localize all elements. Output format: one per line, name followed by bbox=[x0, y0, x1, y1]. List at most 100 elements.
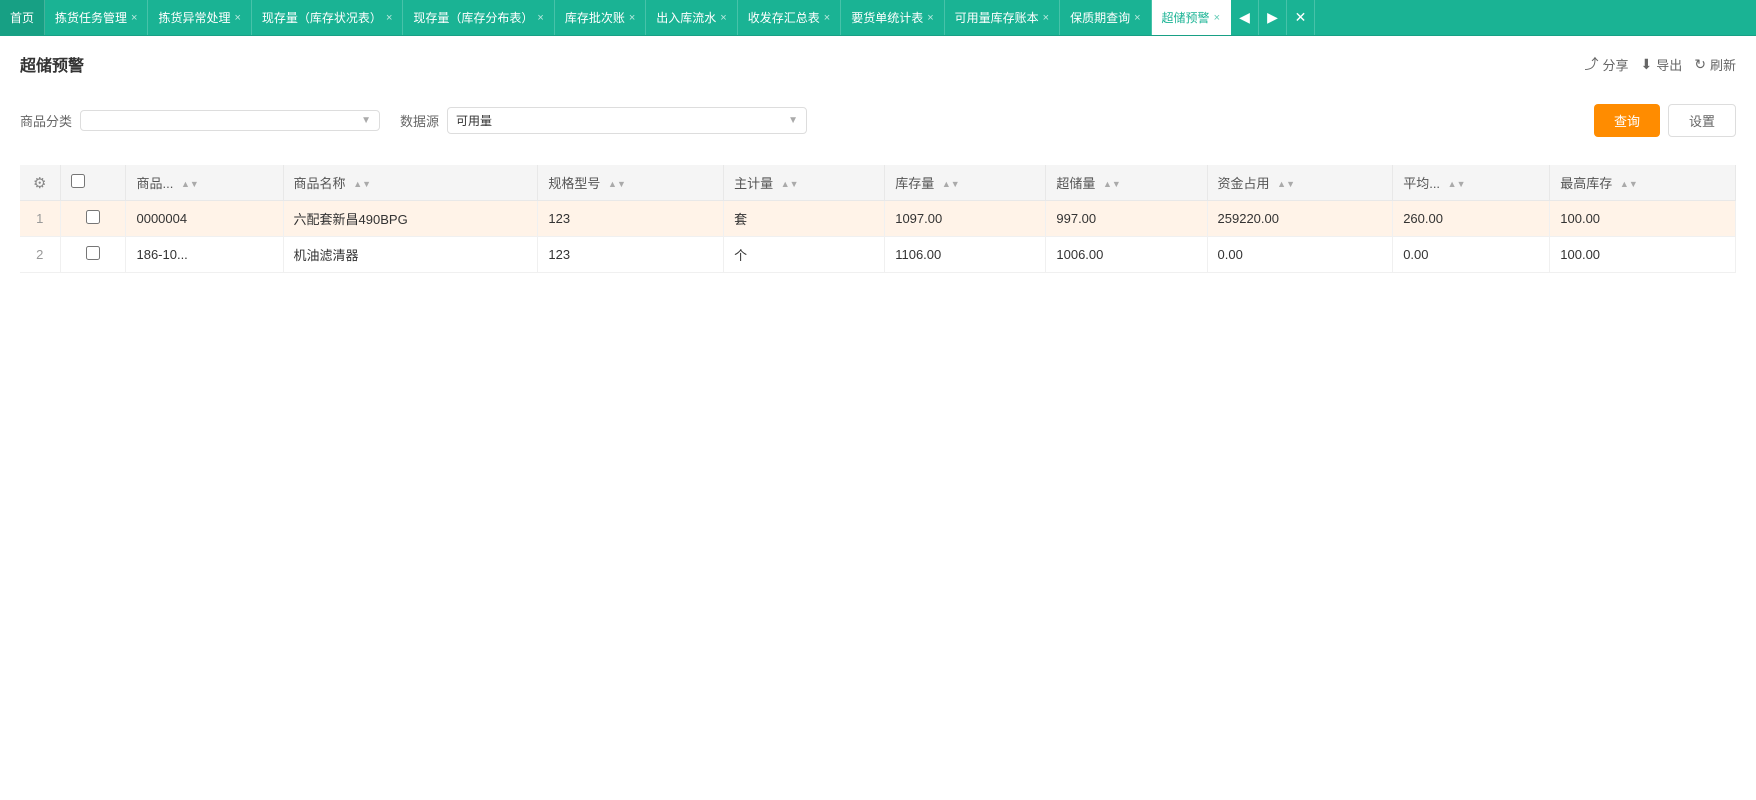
refresh-label: 刷新 bbox=[1710, 55, 1736, 74]
filter-bar: 商品分类 ▼ 数据源 可用量 ▼ 查询 设置 bbox=[20, 92, 1736, 149]
gear-icon[interactable]: ⚙ bbox=[33, 175, 46, 192]
col-overstock: 超储量 ▲▼ bbox=[1046, 165, 1207, 201]
row-max-stock: 100.00 bbox=[1550, 237, 1736, 273]
share-button[interactable]: ⤴ 分享 bbox=[1584, 54, 1628, 74]
nav-tab-6[interactable]: 出入库流水 × bbox=[646, 0, 737, 35]
row-product-name: 机油滤清器 bbox=[283, 237, 538, 273]
col-avg: 平均... ▲▼ bbox=[1393, 165, 1550, 201]
nav-tab-5-close[interactable]: × bbox=[629, 12, 635, 24]
select-all-checkbox[interactable] bbox=[71, 174, 85, 188]
col-overstock-label: 超储量 bbox=[1056, 176, 1095, 191]
table-header-row: ⚙ 商品... ▲▼ 商品名称 ▲▼ 规格型号 ▲▼ 主计 bbox=[20, 165, 1736, 201]
datasource-label: 数据源 bbox=[400, 111, 439, 130]
row-spec: 123 bbox=[538, 237, 724, 273]
nav-tab-7[interactable]: 收发存汇总表 × bbox=[738, 0, 841, 35]
nav-tab-8-close[interactable]: × bbox=[927, 12, 933, 24]
nav-tab-9-close[interactable]: × bbox=[1043, 12, 1049, 24]
category-chevron-icon: ▼ bbox=[361, 115, 371, 126]
nav-tab-9-label: 可用量库存账本 bbox=[955, 9, 1039, 26]
row-checkbox-cell bbox=[60, 237, 126, 273]
nav-tab-4-close[interactable]: × bbox=[537, 12, 543, 24]
row-max-stock: 100.00 bbox=[1550, 201, 1736, 237]
nav-tab-1[interactable]: 拣货任务管理 × bbox=[45, 0, 148, 35]
col-product-name-label: 商品名称 bbox=[294, 176, 346, 191]
nav-tab-2-label: 拣货异常处理 bbox=[158, 9, 230, 26]
col-checkbox bbox=[60, 165, 126, 201]
row-overstock: 1006.00 bbox=[1046, 237, 1207, 273]
sort-overstock[interactable]: ▲▼ bbox=[1103, 180, 1121, 189]
nav-tab-2-close[interactable]: × bbox=[234, 12, 240, 24]
nav-tab-11-close[interactable]: × bbox=[1214, 12, 1220, 24]
row-index: 1 bbox=[20, 201, 60, 237]
category-label: 商品分类 bbox=[20, 111, 72, 130]
refresh-button[interactable]: ↻ 刷新 bbox=[1694, 55, 1736, 74]
sort-max-stock[interactable]: ▲▼ bbox=[1620, 180, 1638, 189]
col-product-name: 商品名称 ▲▼ bbox=[283, 165, 538, 201]
table-row: 2 186-10... 机油滤清器 123 个 1106.00 1006.00 … bbox=[20, 237, 1736, 273]
row-stock: 1106.00 bbox=[885, 237, 1046, 273]
col-capital: 资金占用 ▲▼ bbox=[1207, 165, 1393, 201]
sort-product-name[interactable]: ▲▼ bbox=[353, 180, 371, 189]
col-stock: 库存量 ▲▼ bbox=[885, 165, 1046, 201]
table-row: 1 0000004 六配套新昌490BPG 123 套 1097.00 997.… bbox=[20, 201, 1736, 237]
col-stock-label: 库存量 bbox=[895, 176, 934, 191]
main-content: 超储预警 ⤴ 分享 ⬇ 导出 ↻ 刷新 商品分类 ▼ 数据源 bbox=[0, 36, 1756, 800]
nav-tab-3[interactable]: 现存量（库存状况表） × bbox=[252, 0, 403, 35]
nav-tab-8[interactable]: 要货单统计表 × bbox=[841, 0, 944, 35]
refresh-icon: ↻ bbox=[1694, 56, 1706, 73]
row-product-code: 186-10... bbox=[126, 237, 283, 273]
sort-spec[interactable]: ▲▼ bbox=[608, 180, 626, 189]
row-checkbox[interactable] bbox=[86, 246, 100, 260]
header-actions: ⤴ 分享 ⬇ 导出 ↻ 刷新 bbox=[1584, 54, 1736, 74]
col-spec: 规格型号 ▲▼ bbox=[538, 165, 724, 201]
query-button[interactable]: 查询 bbox=[1594, 104, 1660, 137]
sort-product-code[interactable]: ▲▼ bbox=[181, 180, 199, 189]
nav-tab-home-label: 首页 bbox=[10, 9, 34, 26]
nav-tab-5[interactable]: 库存批次账 × bbox=[555, 0, 646, 35]
nav-tab-10[interactable]: 保质期查询 × bbox=[1060, 0, 1151, 35]
nav-tab-2[interactable]: 拣货异常处理 × bbox=[148, 0, 251, 35]
col-gear: ⚙ bbox=[20, 165, 60, 201]
settings-button[interactable]: 设置 bbox=[1668, 104, 1736, 137]
nav-prev-arrow[interactable]: ◀ bbox=[1231, 0, 1259, 35]
nav-tab-3-close[interactable]: × bbox=[386, 12, 392, 24]
sort-unit[interactable]: ▲▼ bbox=[781, 180, 799, 189]
export-label: 导出 bbox=[1656, 55, 1682, 74]
data-table: ⚙ 商品... ▲▼ 商品名称 ▲▼ 规格型号 ▲▼ 主计 bbox=[20, 165, 1736, 273]
row-unit: 套 bbox=[724, 201, 885, 237]
nav-tab-10-label: 保质期查询 bbox=[1070, 9, 1130, 26]
nav-tab-9[interactable]: 可用量库存账本 × bbox=[945, 0, 1060, 35]
col-max-stock: 最高库存 ▲▼ bbox=[1550, 165, 1736, 201]
nav-tab-1-close[interactable]: × bbox=[131, 12, 137, 24]
nav-tab-7-close[interactable]: × bbox=[824, 12, 830, 24]
row-capital: 259220.00 bbox=[1207, 201, 1393, 237]
nav-tab-11-label: 超储预警 bbox=[1162, 9, 1210, 26]
row-capital: 0.00 bbox=[1207, 237, 1393, 273]
sort-stock[interactable]: ▲▼ bbox=[942, 180, 960, 189]
row-overstock: 997.00 bbox=[1046, 201, 1207, 237]
row-stock: 1097.00 bbox=[885, 201, 1046, 237]
row-product-name: 六配套新昌490BPG bbox=[283, 201, 538, 237]
nav-next-arrow[interactable]: ▶ bbox=[1259, 0, 1287, 35]
category-select[interactable]: ▼ bbox=[80, 110, 380, 131]
nav-tab-1-label: 拣货任务管理 bbox=[55, 9, 127, 26]
col-product-code: 商品... ▲▼ bbox=[126, 165, 283, 201]
nav-tab-home[interactable]: 首页 bbox=[0, 0, 45, 35]
col-max-stock-label: 最高库存 bbox=[1560, 176, 1612, 191]
nav-tab-11[interactable]: 超储预警 × bbox=[1152, 0, 1231, 35]
nav-tab-4[interactable]: 现存量（库存分布表） × bbox=[403, 0, 554, 35]
row-checkbox[interactable] bbox=[86, 210, 100, 224]
nav-tab-6-close[interactable]: × bbox=[720, 12, 726, 24]
nav-close-arrow[interactable]: ✕ bbox=[1287, 0, 1315, 35]
col-spec-label: 规格型号 bbox=[548, 176, 600, 191]
col-avg-label: 平均... bbox=[1403, 176, 1440, 191]
col-product-code-label: 商品... bbox=[136, 176, 173, 191]
row-unit: 个 bbox=[724, 237, 885, 273]
row-checkbox-cell bbox=[60, 201, 126, 237]
export-button[interactable]: ⬇ 导出 bbox=[1641, 55, 1683, 74]
datasource-select[interactable]: 可用量 ▼ bbox=[447, 107, 807, 134]
filter-actions: 查询 设置 bbox=[1594, 104, 1736, 137]
sort-capital[interactable]: ▲▼ bbox=[1277, 180, 1295, 189]
sort-avg[interactable]: ▲▼ bbox=[1448, 180, 1466, 189]
nav-tab-10-close[interactable]: × bbox=[1134, 12, 1140, 24]
